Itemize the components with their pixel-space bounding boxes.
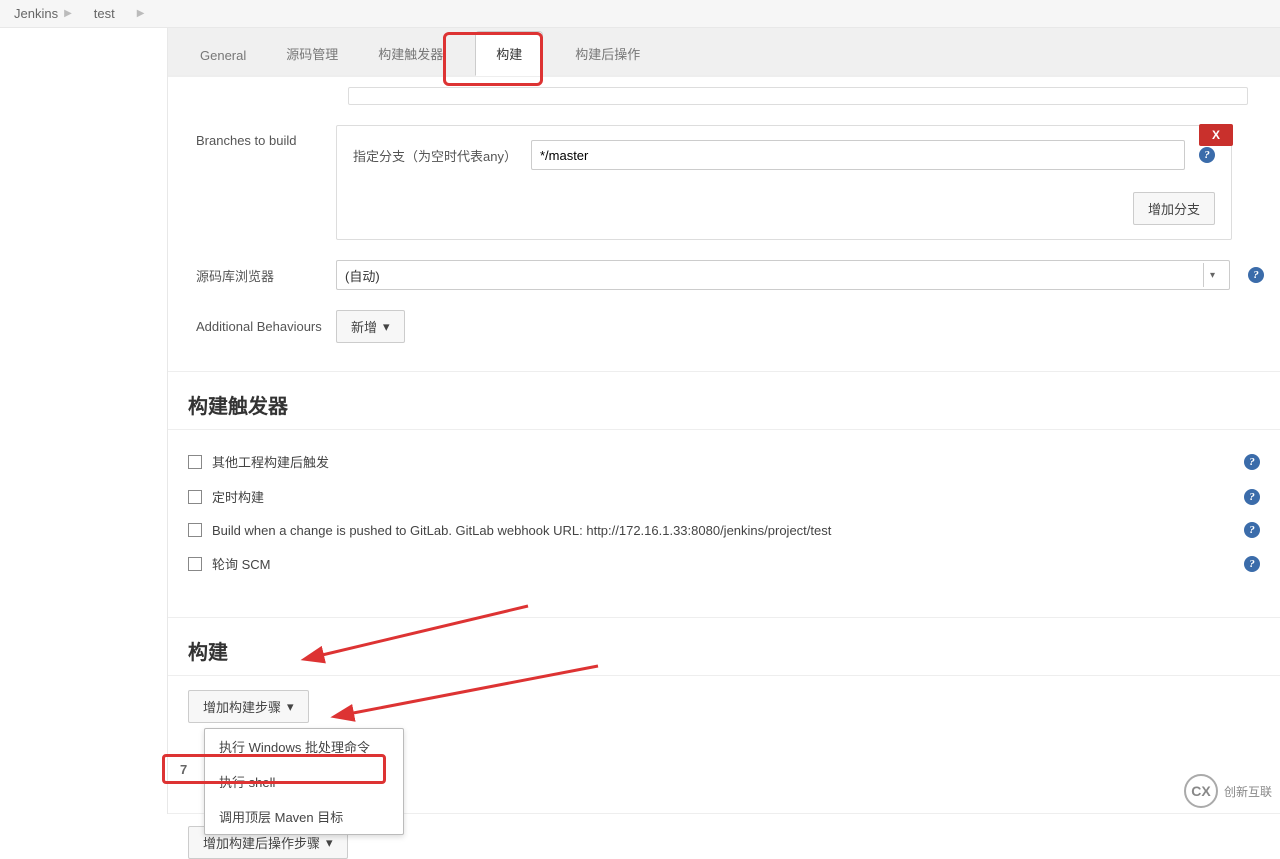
add-build-step-button[interactable]: 增加构建步骤 ▾ xyxy=(188,690,309,723)
build-step-dropdown: 执行 Windows 批处理命令 执行 shell 调用顶层 Maven 目标 xyxy=(204,728,404,835)
tab-triggers[interactable]: 构建触发器 xyxy=(370,30,451,75)
checkbox[interactable] xyxy=(188,557,202,571)
branch-specifier-label: 指定分支（为空时代表any） xyxy=(353,146,517,165)
logo-icon: CX xyxy=(1184,774,1218,808)
help-icon[interactable]: ? xyxy=(1248,267,1264,283)
trigger-list: 其他工程构建后触发 ? 定时构建 ? Build when a change i… xyxy=(168,440,1280,599)
trigger-item[interactable]: Build when a change is pushed to GitLab.… xyxy=(188,514,1260,546)
breadcrumb: Jenkins ▶ test ▶ xyxy=(0,0,1280,28)
chevron-right-icon: ▶ xyxy=(64,8,72,19)
truncated-marker: 7 xyxy=(180,762,187,777)
trigger-label: 轮询 SCM xyxy=(212,554,271,573)
breadcrumb-project[interactable]: test xyxy=(94,6,115,21)
trigger-label: 其他工程构建后触发 xyxy=(212,452,329,471)
repo-browser-select[interactable]: (自动) ▾ xyxy=(336,260,1230,290)
tab-post[interactable]: 构建后操作 xyxy=(567,30,648,75)
section-title-build: 构建 xyxy=(168,618,1280,675)
menu-item-windows-batch[interactable]: 执行 Windows 批处理命令 xyxy=(205,729,403,764)
checkbox[interactable] xyxy=(188,523,202,537)
menu-item-execute-shell[interactable]: 执行 shell xyxy=(205,764,403,799)
repo-browser-value: (自动) xyxy=(345,266,380,285)
checkbox[interactable] xyxy=(188,490,202,504)
trigger-item[interactable]: 轮询 SCM ? xyxy=(188,546,1260,581)
delete-branch-button[interactable]: X xyxy=(1199,124,1233,146)
trigger-label: 定时构建 xyxy=(212,487,264,506)
config-tabs: General 源码管理 构建触发器 构建 构建后操作 xyxy=(168,28,1280,76)
add-branch-button[interactable]: 增加分支 xyxy=(1133,192,1215,225)
trigger-label: Build when a change is pushed to GitLab.… xyxy=(212,523,831,538)
footer-logo-text: 创新互联 xyxy=(1224,783,1272,800)
caret-down-icon: ▾ xyxy=(383,319,390,335)
trigger-item[interactable]: 其他工程构建后触发 ? xyxy=(188,444,1260,479)
caret-down-icon: ▾ xyxy=(287,699,294,715)
add-behaviour-button[interactable]: 新增▾ xyxy=(336,310,405,343)
caret-down-icon: ▾ xyxy=(326,835,333,851)
section-title-triggers: 构建触发器 xyxy=(168,372,1280,429)
menu-item-maven-top[interactable]: 调用顶层 Maven 目标 xyxy=(205,799,403,834)
trigger-item[interactable]: 定时构建 ? xyxy=(188,479,1260,514)
help-icon[interactable]: ? xyxy=(1244,489,1260,505)
breadcrumb-root[interactable]: Jenkins xyxy=(14,6,58,21)
tab-build[interactable]: 构建 xyxy=(475,31,543,76)
help-icon[interactable]: ? xyxy=(1244,454,1260,470)
main-content: General 源码管理 构建触发器 构建 构建后操作 Branches to … xyxy=(168,28,1280,814)
tab-scm[interactable]: 源码管理 xyxy=(278,30,346,75)
additional-behaviours-label: Additional Behaviours xyxy=(196,319,336,334)
repo-browser-label: 源码库浏览器 xyxy=(196,266,336,285)
help-icon[interactable]: ? xyxy=(1199,147,1215,163)
chevron-right-icon: ▶ xyxy=(137,8,145,19)
help-icon[interactable]: ? xyxy=(1244,556,1260,572)
help-icon[interactable]: ? xyxy=(1244,522,1260,538)
branch-specifier-input[interactable] xyxy=(531,140,1185,170)
tab-general[interactable]: General xyxy=(192,34,254,75)
footer-logo: CX 创新互联 xyxy=(1184,774,1272,808)
branches-to-build-label: Branches to build xyxy=(196,125,336,148)
sidebar-placeholder xyxy=(0,28,168,814)
checkbox[interactable] xyxy=(188,455,202,469)
chevron-down-icon: ▾ xyxy=(1203,263,1221,287)
